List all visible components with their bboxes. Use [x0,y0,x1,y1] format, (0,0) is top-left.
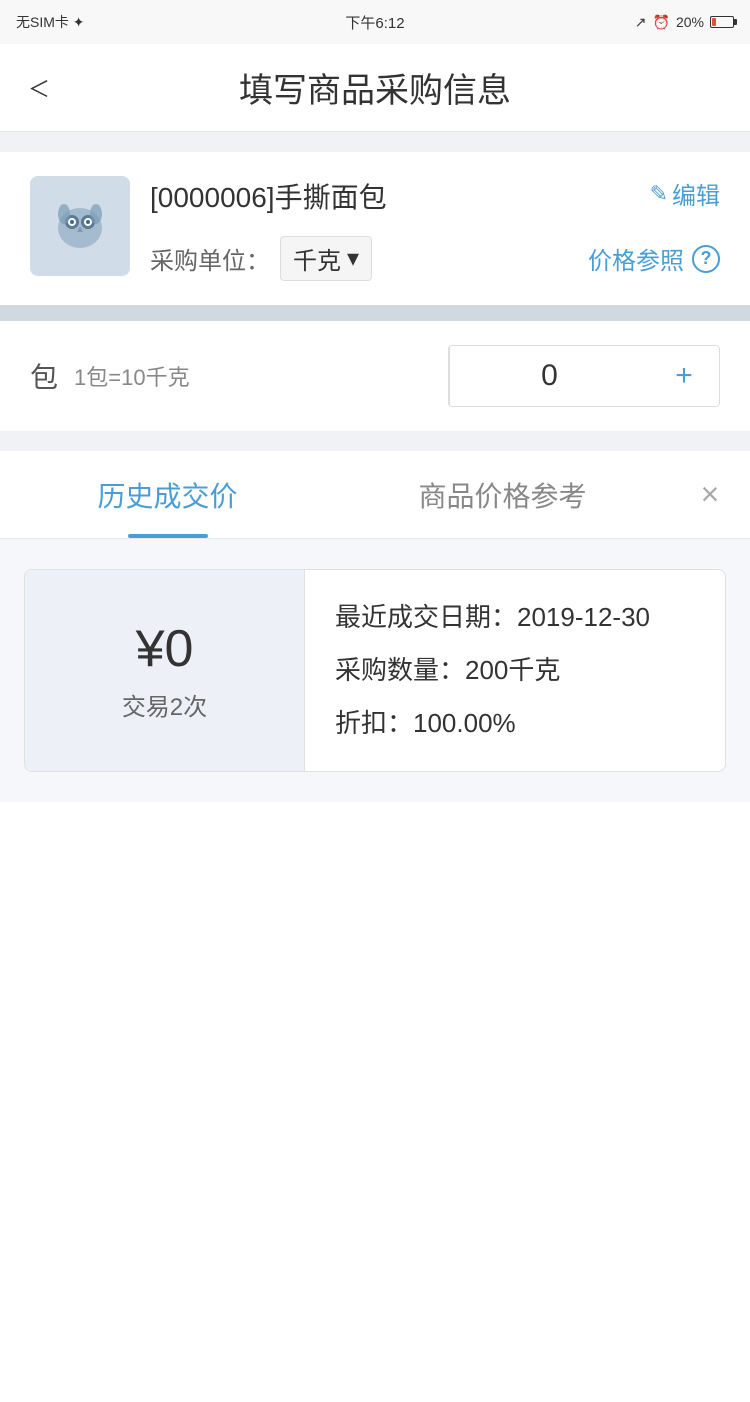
product-name: [0000006]手撕面包 [150,176,387,216]
back-button[interactable]: ＜ [20,64,58,112]
history-price-value: ¥0 [136,619,194,679]
quantity-unit-desc: 1包=10千克 [74,360,190,392]
recent-date-label: 最近成交日期： [335,602,517,632]
product-info: [0000006]手撕面包 ✎ 编辑 采购单位： 千克 ▾ 价格参照 [150,176,720,281]
product-row: [0000006]手撕面包 ✎ 编辑 采购单位： 千克 ▾ 价格参照 [30,176,720,281]
history-trades-count: 交易2次 [122,687,207,722]
gray-divider [0,305,750,321]
tab-history-price[interactable]: 历史成交价 [0,451,335,538]
unit-select[interactable]: 千克 ▾ [280,236,372,281]
quantity-label: 包 1包=10千克 [30,356,190,396]
help-icon: ? [692,245,720,273]
status-right: ↗ ⏰ 20% [635,14,734,31]
quantity-unit-icon: 包 [30,356,58,396]
history-details-section: 最近成交日期：2019-12-30 采购数量：200千克 折扣：100.00% [305,570,725,771]
page-title: 填写商品采购信息 [239,63,511,112]
discount-label: 折扣： [335,708,413,738]
quantity-detail-label: 采购数量： [335,655,465,685]
tab-product-price-ref-label: 商品价格参考 [418,475,586,515]
panel-close-button[interactable]: × [670,476,750,513]
unit-prefix: 采购单位： [150,241,270,276]
history-quantity: 采购数量：200千克 [335,651,695,690]
history-card: ¥0 交易2次 最近成交日期：2019-12-30 采购数量：200千克 折扣：… [24,569,726,772]
battery-icon [710,16,734,28]
quantity-plus-button[interactable]: + [649,346,719,406]
bottom-area [0,802,750,1402]
recent-date-value: 2019-12-30 [517,602,650,632]
discount-value: 100.00% [413,708,516,738]
status-bar: 无SIM卡 ✦ 下午6:12 ↗ ⏰ 20% [0,0,750,44]
edit-label: 编辑 [672,176,720,211]
history-discount: 折扣：100.00% [335,704,695,743]
product-image [30,176,130,276]
product-card: [0000006]手撕面包 ✎ 编辑 采购单位： 千克 ▾ 价格参照 [0,152,750,305]
history-recent-date: 最近成交日期：2019-12-30 [335,598,695,637]
unit-label: 采购单位： 千克 ▾ [150,236,372,281]
tab-product-price-ref[interactable]: 商品价格参考 [335,451,670,538]
tab-history-price-label: 历史成交价 [97,475,237,515]
alarm-icon: ⏰ [653,14,670,31]
nav-bar: ＜ 填写商品采购信息 [0,44,750,132]
quantity-controls: + [448,345,720,407]
sim-text: 无SIM卡 ✦ [16,12,85,32]
location-icon: ↗ [635,14,647,31]
unit-value: 千克 [293,241,341,276]
price-reference-panel: 历史成交价 商品价格参考 × ¥0 交易2次 最近成交日期：2019-12-30… [0,451,750,1402]
battery-percent: 20% [676,14,704,30]
edit-button[interactable]: ✎ 编辑 [650,176,720,211]
quantity-detail-value: 200千克 [465,655,560,685]
product-header: [0000006]手撕面包 ✎ 编辑 [150,176,720,216]
quantity-input[interactable] [449,346,649,406]
price-ref-label: 价格参照 [588,241,684,276]
history-price-section: ¥0 交易2次 [25,570,305,771]
edit-icon: ✎ [650,181,668,207]
quantity-row: 包 1包=10千克 + [0,321,750,431]
panel-tabs: 历史成交价 商品价格参考 × [0,451,750,539]
price-ref-button[interactable]: 价格参照 ? [588,241,720,276]
status-time: 下午6:12 [345,12,404,33]
chevron-down-icon: ▾ [347,244,359,273]
product-unit-row: 采购单位： 千克 ▾ 价格参照 ? [150,236,720,281]
status-left: 无SIM卡 ✦ [16,12,85,32]
